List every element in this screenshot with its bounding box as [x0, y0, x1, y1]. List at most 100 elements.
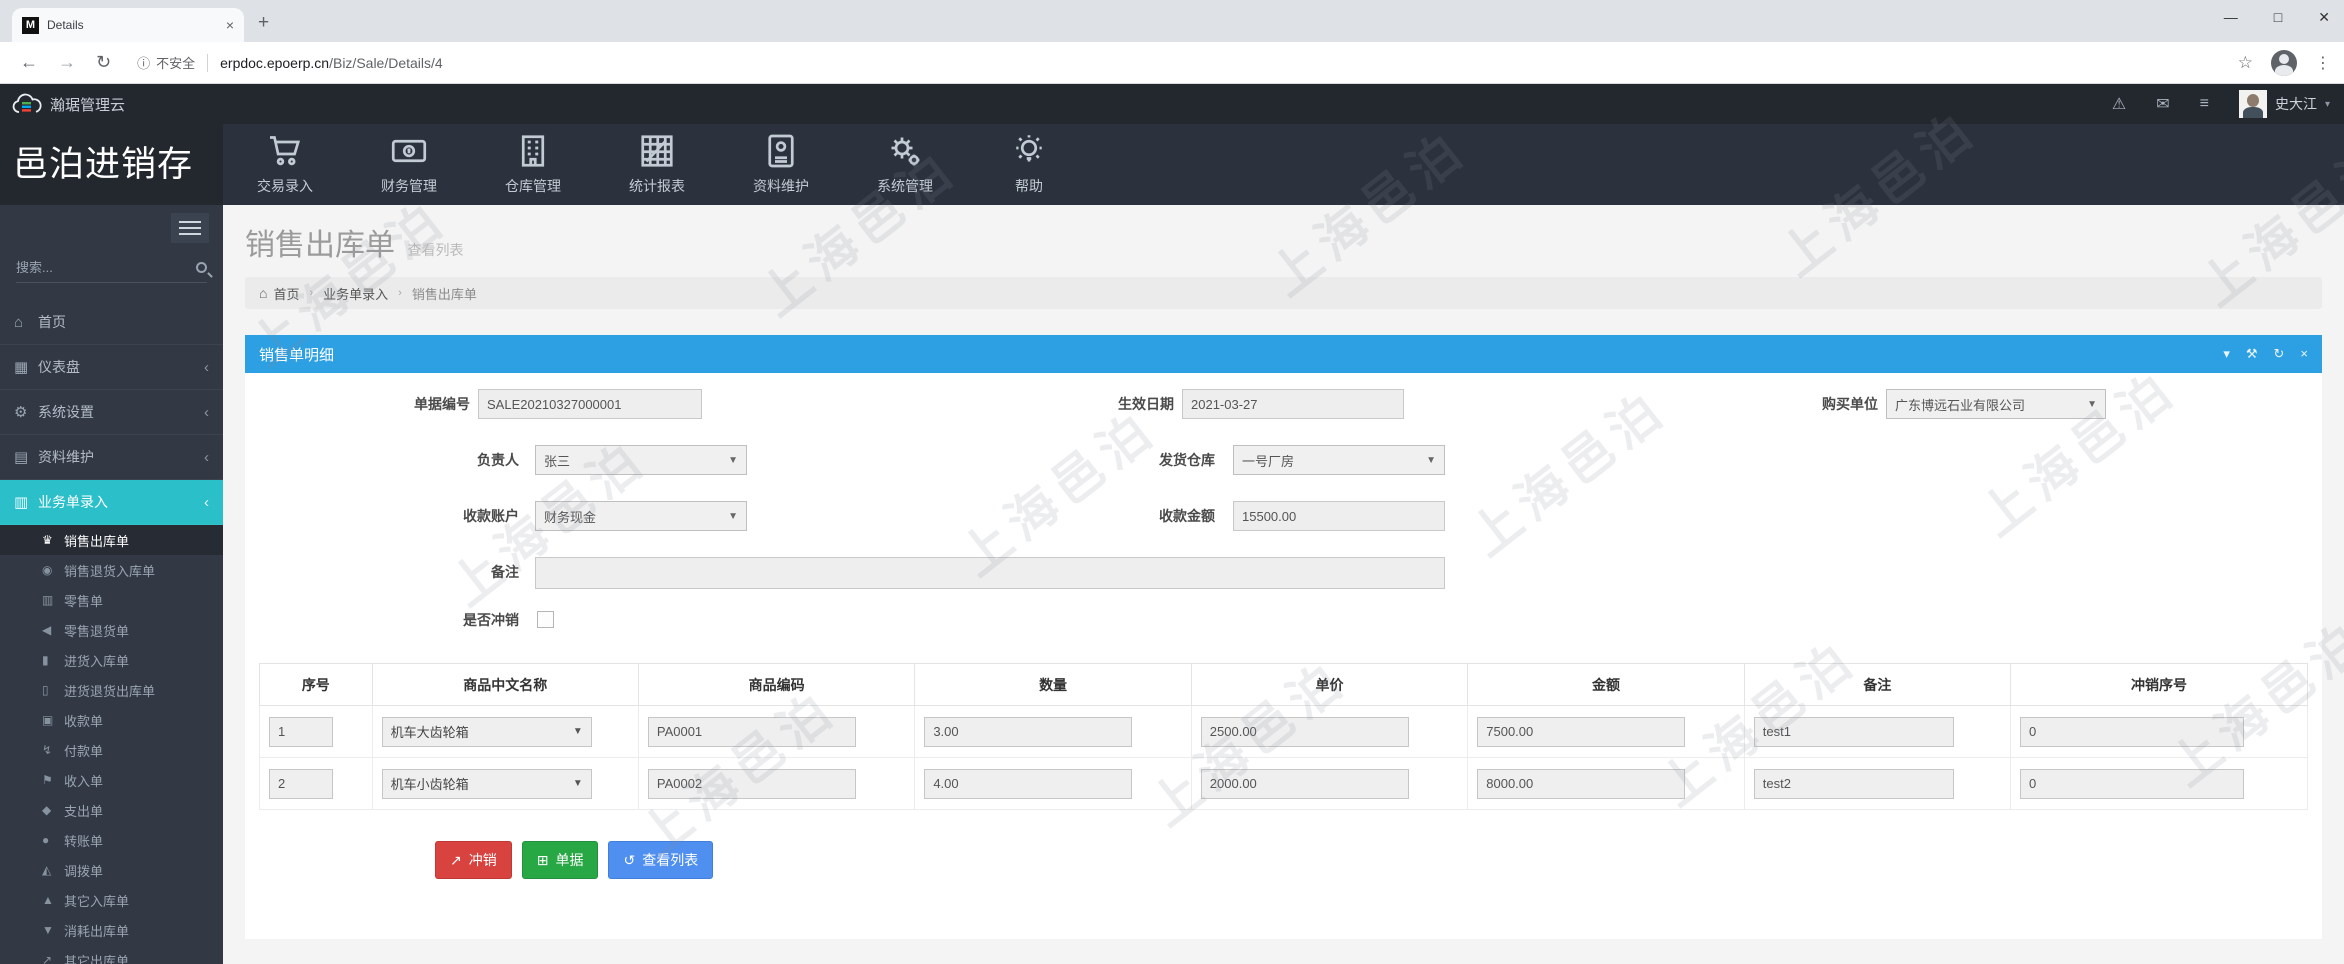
search-input[interactable]: [16, 260, 196, 275]
row-price-input[interactable]: [1200, 768, 1409, 799]
row-price-input[interactable]: [1200, 716, 1409, 747]
breadcrumb-order-entry[interactable]: 业务单录入: [323, 284, 388, 303]
topmenu-data[interactable]: 资料维护: [719, 124, 843, 205]
warehouse-select[interactable]: 一号厂房 ▼: [1233, 445, 1445, 475]
row-product-select[interactable]: 机车大齿轮箱 ▼: [381, 716, 592, 747]
chevron-left-icon: ‹: [204, 358, 209, 376]
submenu-purchase-return-outbound[interactable]: ▯ 进货退货出库单: [0, 675, 223, 705]
row-remark-input[interactable]: [1753, 716, 1954, 747]
submenu-sales-outbound[interactable]: ♛ 销售出库单: [0, 525, 223, 555]
new-tab-button[interactable]: +: [258, 12, 269, 34]
forward-icon[interactable]: →: [58, 52, 76, 73]
back-icon[interactable]: ←: [20, 52, 38, 73]
manager-value: 张三: [544, 453, 571, 469]
row-amount-input[interactable]: [1477, 768, 1686, 799]
panel-header: 销售单明细 ▾ ⚒ ↻ ×: [245, 335, 2322, 373]
browser-profile-icon[interactable]: [2271, 49, 2297, 76]
tasks-icon[interactable]: ≡: [2200, 95, 2209, 113]
row-amount-input[interactable]: [1477, 716, 1686, 747]
browser-tab[interactable]: M Details ×: [12, 8, 244, 42]
date-input[interactable]: [1182, 389, 1404, 419]
writeoff-button-label: 冲销: [468, 852, 497, 868]
buyer-label: 购买单位: [1822, 396, 1878, 412]
home-icon: ⌂: [259, 285, 268, 301]
collapse-icon[interactable]: ▾: [2223, 346, 2230, 362]
topmenu-system[interactable]: 系统管理: [843, 124, 967, 205]
remark-label: 备注: [491, 564, 519, 580]
info-icon[interactable]: ⓘ: [137, 53, 150, 72]
help-bulb-icon: [1016, 135, 1042, 162]
submenu-allocation[interactable]: ◭ 调拨单: [0, 855, 223, 885]
submenu-label: 收款单: [64, 713, 104, 729]
submenu-expense[interactable]: ◆ 支出单: [0, 795, 223, 825]
submenu-consume-outbound[interactable]: ▼ 消耗出库单: [0, 915, 223, 945]
writeoff-button[interactable]: ↗ 冲销: [435, 841, 512, 879]
caret-down-icon: ▼: [728, 454, 738, 466]
address-bar[interactable]: erpdoc.epoerp.cn/Biz/Sale/Details/4: [220, 55, 443, 71]
window-minimize-button[interactable]: —: [2224, 9, 2238, 25]
document-button[interactable]: ⊞ 单据: [521, 841, 599, 879]
writeoff-checkbox[interactable]: [537, 611, 554, 628]
amount-input[interactable]: [1233, 501, 1445, 531]
row-seq-input[interactable]: [269, 768, 333, 799]
user-name: 史大江: [2274, 96, 2317, 112]
bookmark-star-icon[interactable]: ☆: [2238, 53, 2253, 73]
row-code-input[interactable]: [647, 768, 856, 799]
submenu-retail-return[interactable]: ◀ 零售退货单: [0, 615, 223, 645]
remark-input[interactable]: [535, 557, 1445, 589]
wrench-icon[interactable]: ⚒: [2246, 346, 2258, 362]
user-menu[interactable]: 史大江 ▾: [2238, 90, 2330, 118]
row-qty-input[interactable]: [924, 768, 1133, 799]
view-list-button[interactable]: ↺ 查看列表: [608, 841, 714, 879]
row-writeoff-input[interactable]: [2019, 716, 2244, 747]
row-seq-input[interactable]: [269, 716, 333, 747]
submenu-other-inbound[interactable]: ▲ 其它入库单: [0, 885, 223, 915]
submenu-purchase-inbound[interactable]: ▮ 进货入库单: [0, 645, 223, 675]
submenu-income[interactable]: ⚑ 收入单: [0, 765, 223, 795]
close-icon[interactable]: ×: [2300, 346, 2308, 362]
submenu-receipt[interactable]: ▣ 收款单: [0, 705, 223, 735]
cloud-logo-icon: [12, 93, 42, 113]
col-header-product-code: 商品编码: [638, 663, 916, 706]
manager-select[interactable]: 张三 ▼: [535, 445, 747, 475]
row-writeoff-input[interactable]: [2019, 768, 2244, 799]
account-select[interactable]: 财务现金 ▼: [535, 501, 747, 531]
sidebar-item-home[interactable]: ⌂ 首页: [0, 300, 223, 345]
sidebar-item-settings[interactable]: ⚙ 系统设置 ‹: [0, 390, 223, 435]
search-icon[interactable]: [196, 262, 207, 273]
reload-icon[interactable]: ↻: [96, 52, 111, 73]
sidebar-item-order-entry[interactable]: ▥ 业务单录入 ‹: [0, 480, 223, 525]
topmenu-help[interactable]: 帮助: [967, 124, 1091, 205]
alerts-icon[interactable]: ⚠: [2112, 94, 2126, 114]
messages-icon[interactable]: ✉: [2156, 94, 2169, 114]
tab-close-icon[interactable]: ×: [226, 17, 234, 33]
drop-icon: ◆: [42, 803, 52, 817]
doc-no-input[interactable]: [478, 389, 702, 419]
submenu-transfer[interactable]: ● 转账单: [0, 825, 223, 855]
app-brand-label: 瀚琚管理云: [50, 96, 126, 114]
submenu-retail[interactable]: ▥ 零售单: [0, 585, 223, 615]
sidebar-toggle-icon[interactable]: [171, 213, 209, 243]
row-code-input[interactable]: [647, 716, 856, 747]
refresh-icon[interactable]: ↻: [2274, 346, 2285, 362]
breadcrumb-home[interactable]: 首页: [273, 284, 299, 303]
row-remark-input[interactable]: [1753, 768, 1954, 799]
submenu-payment[interactable]: ↯ 付款单: [0, 735, 223, 765]
topmenu-finance[interactable]: 财务管理: [347, 124, 471, 205]
topmenu-warehouse[interactable]: 仓库管理: [471, 124, 595, 205]
sidebar-item-dashboard[interactable]: ▦ 仪表盘 ‹: [0, 345, 223, 390]
row-product-select[interactable]: 机车小齿轮箱 ▼: [381, 768, 592, 799]
row-qty-input[interactable]: [924, 716, 1133, 747]
sidebar-item-data-maintenance[interactable]: ▤ 资料维护 ‹: [0, 435, 223, 480]
buyer-select[interactable]: 广东博远石业有限公司 ▼: [1886, 389, 2106, 419]
topmenu-transactions[interactable]: 交易录入: [223, 124, 347, 205]
col-header-unit-price: 单价: [1191, 663, 1469, 706]
topmenu-reports[interactable]: 统计报表: [595, 124, 719, 205]
window-maximize-button[interactable]: □: [2274, 9, 2282, 25]
app-brand[interactable]: 瀚琚管理云: [0, 93, 125, 115]
window-close-button[interactable]: ✕: [2318, 9, 2330, 26]
submenu-sales-return-inbound[interactable]: ◉ 销售退货入库单: [0, 555, 223, 585]
browser-menu-icon[interactable]: ⋮: [2315, 53, 2332, 73]
submenu-label: 收入单: [64, 773, 104, 789]
submenu-other-outbound[interactable]: ↗ 其它出库单: [0, 945, 223, 964]
